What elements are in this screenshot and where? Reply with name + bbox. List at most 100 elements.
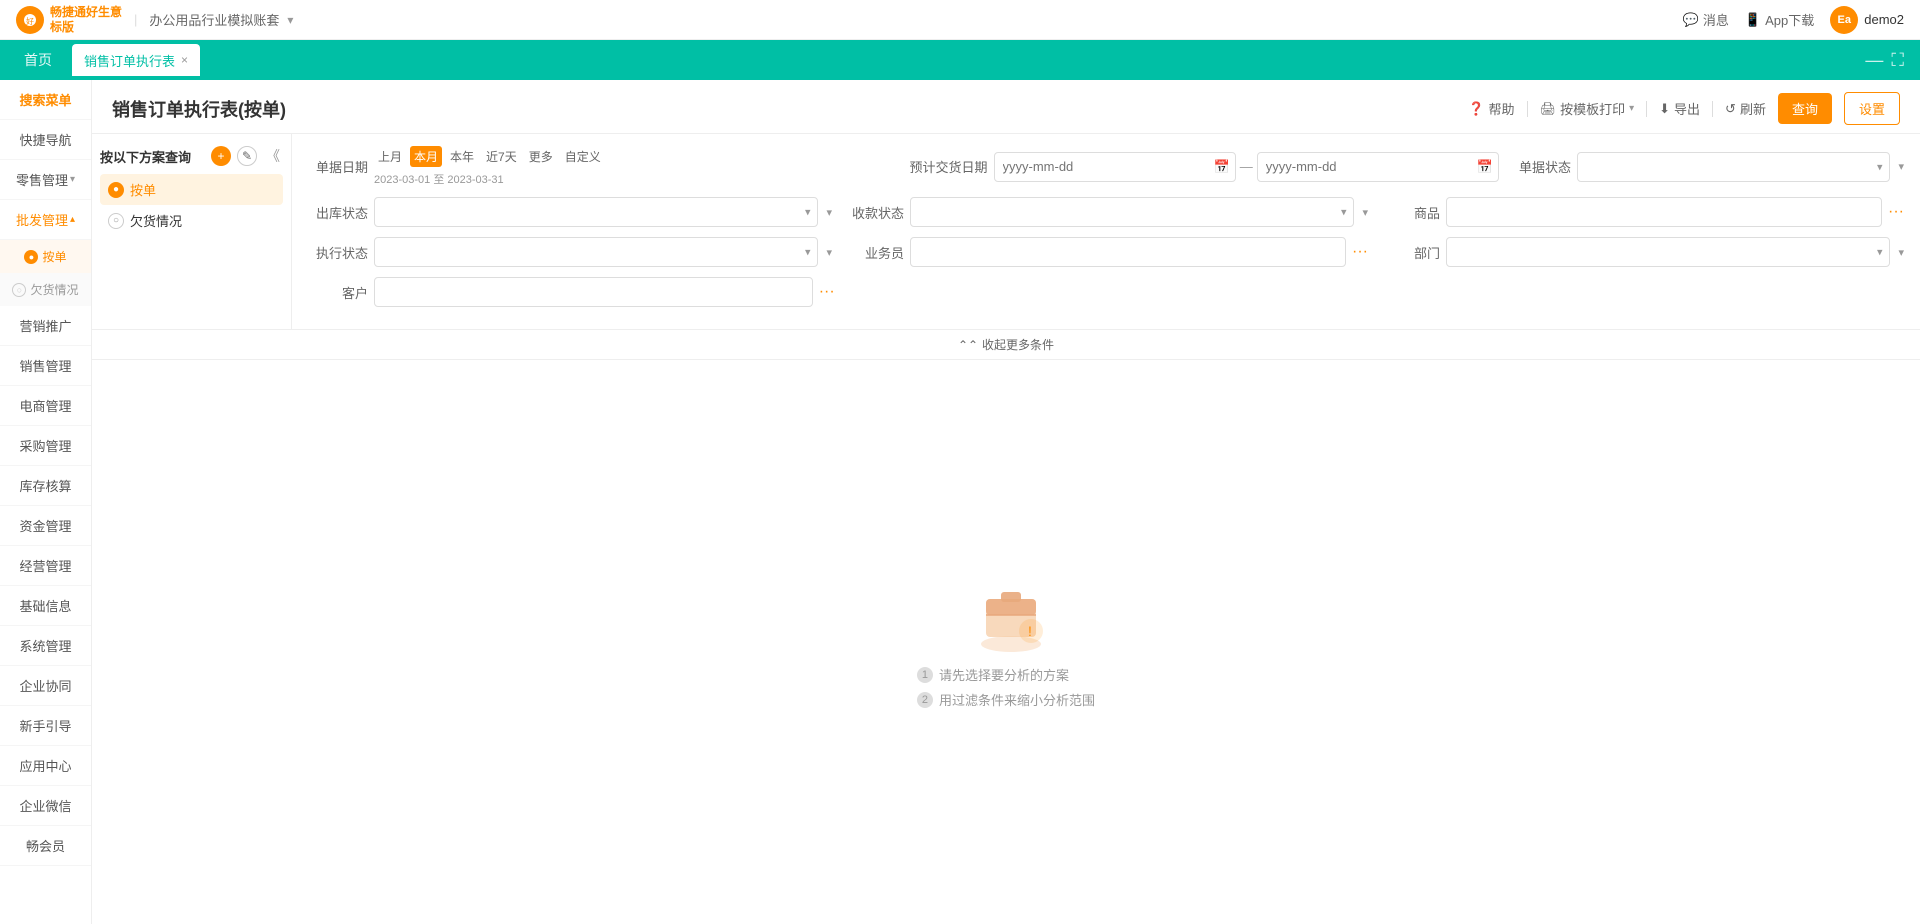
message-label: 消息: [1703, 10, 1729, 29]
sidebar-item-basic[interactable]: 基础信息: [0, 586, 91, 626]
divider-1: [1527, 101, 1528, 117]
customer-field-box[interactable]: [374, 277, 813, 307]
filter-scheme: 按以下方案查询 + ✎ 《 ● 按单 ○ 欠货情况: [92, 134, 292, 329]
sidebar-item-finance[interactable]: 资金管理: [0, 506, 91, 546]
sidebar-item-wechat[interactable]: 企业微信: [0, 786, 91, 826]
salesperson-ellipsis[interactable]: ···: [1352, 243, 1368, 261]
sidebar-item-wholesale[interactable]: 批发管理 ▴: [0, 200, 91, 240]
date-tab-custom[interactable]: 自定义: [561, 146, 605, 167]
avatar: Ea: [1830, 6, 1858, 34]
sidebar-item-member[interactable]: 畅会员: [0, 826, 91, 866]
date-tab-current-year[interactable]: 本年: [446, 146, 478, 167]
sidebar-sub-order[interactable]: ● 按单: [0, 240, 91, 273]
tab-bar: 首页 销售订单执行表 × — ⛶: [0, 40, 1920, 80]
sidebar-item-retail[interactable]: 零售管理 ▾: [0, 160, 91, 200]
product-ellipsis[interactable]: ···: [1888, 203, 1904, 221]
sidebar-item-enterprise[interactable]: 企业协同: [0, 666, 91, 706]
empty-tips: 1 请先选择要分析的方案 2 用过滤条件来缩小分析范围: [917, 665, 1095, 715]
scheme-order[interactable]: ● 按单: [100, 174, 283, 205]
sidebar-quick-nav[interactable]: 快捷导航: [0, 120, 91, 160]
empty-state: ! 1 请先选择要分析的方案 2 用过滤条件来缩小分析范围: [877, 529, 1135, 755]
refresh-btn[interactable]: ↺ 刷新: [1725, 99, 1766, 118]
filter-product-field: 商品 ···: [1380, 197, 1904, 227]
payment-expand-icon[interactable]: ▾: [1362, 206, 1368, 219]
customer-label: 客户: [308, 283, 368, 302]
status-label: 单据状态: [1511, 157, 1571, 176]
scheme-debt-dot: ○: [108, 213, 124, 229]
payment-select-wrap: 全部 未收款 部分收款 已收款: [910, 197, 1354, 227]
tab-close-icon[interactable]: ×: [181, 53, 188, 67]
window-maximize-btn[interactable]: ⛶: [1891, 50, 1904, 71]
chevron-up-icon: ⌃⌃: [958, 338, 978, 352]
tab-bar-actions: — ⛶: [1865, 50, 1904, 71]
sidebar-sub-debt[interactable]: ○ 欠货情况: [0, 273, 91, 306]
sidebar-item-sales[interactable]: 销售管理: [0, 346, 91, 386]
edit-scheme-btn[interactable]: ✎: [237, 146, 257, 166]
exec-select[interactable]: 全部 执行中 已完成: [374, 237, 818, 267]
user-area[interactable]: Ea demo2: [1830, 6, 1904, 34]
tab-sales-order-label: 销售订单执行表: [84, 51, 175, 70]
help-icon: ❓: [1468, 101, 1484, 117]
status-expand-icon[interactable]: ▾: [1898, 160, 1904, 173]
window-minimize-btn[interactable]: —: [1865, 50, 1883, 71]
query-btn[interactable]: 查询: [1778, 93, 1832, 124]
product-field-box[interactable]: [1446, 197, 1882, 227]
stock-expand-icon[interactable]: ▾: [826, 206, 832, 219]
empty-icon: !: [966, 569, 1046, 649]
date-from-input[interactable]: [994, 152, 1236, 182]
dept-select[interactable]: [1446, 237, 1890, 267]
sidebar-search[interactable]: 搜索菜单: [0, 80, 91, 120]
filter-row-3: 执行状态 全部 执行中 已完成 ▾ 业务员: [308, 237, 1904, 267]
page-header: 销售订单执行表(按单) ❓ 帮助 🖨 按模板打印 ▾ ⬇ 导出: [92, 80, 1920, 134]
customer-ellipsis[interactable]: ···: [819, 283, 835, 301]
salesperson-label: 业务员: [844, 243, 904, 262]
print-btn[interactable]: 🖨 按模板打印 ▾: [1540, 99, 1635, 118]
export-btn[interactable]: ⬇ 导出: [1659, 99, 1700, 118]
date-from-wrap: 📅: [994, 152, 1236, 182]
sidebar-item-ecommerce[interactable]: 电商管理: [0, 386, 91, 426]
date-tab-last7[interactable]: 近7天: [482, 146, 521, 167]
collapse-bar[interactable]: ⌃⌃ 收起更多条件: [92, 330, 1920, 360]
calendar-from-icon: 📅: [1214, 159, 1230, 175]
payment-label: 收款状态: [844, 203, 904, 222]
sidebar-item-inventory[interactable]: 库存核算: [0, 466, 91, 506]
sidebar-item-purchase[interactable]: 采购管理: [0, 426, 91, 466]
date-tab-more[interactable]: 更多: [525, 146, 557, 167]
message-action[interactable]: 💬 消息: [1683, 10, 1729, 29]
page-title: 销售订单执行表(按单): [112, 96, 286, 122]
top-bar: 好 畅捷通好生意 标版 | 办公用品行业模拟账套 ▾ 💬 消息 📱 App下载 …: [0, 0, 1920, 40]
collapse-scheme-btn[interactable]: 《: [263, 146, 283, 166]
sidebar-item-system[interactable]: 系统管理: [0, 626, 91, 666]
date-tab-last-month[interactable]: 上月: [374, 146, 406, 167]
logo-icon: 好: [16, 6, 44, 34]
app-download-action[interactable]: 📱 App下载: [1745, 10, 1814, 29]
status-select[interactable]: 全部 待审核 已审核 已作废: [1577, 152, 1890, 182]
export-label: 导出: [1674, 99, 1700, 118]
logo-area[interactable]: 好 畅捷通好生意 标版: [16, 5, 122, 34]
help-btn[interactable]: ❓ 帮助: [1468, 99, 1514, 118]
filter-row-1: 单据日期 上月 本月 本年 近7天 更多 自定义 2023-03-01 至 20…: [308, 146, 1904, 187]
tab-home[interactable]: 首页: [8, 40, 68, 80]
filter-customer-field: 客户 ···: [308, 277, 835, 307]
sidebar-item-appstore[interactable]: 应用中心: [0, 746, 91, 786]
collapse-label: 收起更多条件: [982, 336, 1054, 353]
payment-select[interactable]: 全部 未收款 部分收款 已收款: [910, 197, 1354, 227]
date-to-input[interactable]: [1257, 152, 1499, 182]
print-dropdown-icon[interactable]: ▾: [1629, 103, 1634, 114]
tip-num-2: 2: [917, 692, 933, 708]
tab-sales-order[interactable]: 销售订单执行表 ×: [72, 44, 200, 76]
settings-btn[interactable]: 设置: [1844, 92, 1900, 125]
topbar-dropdown-icon[interactable]: ▾: [287, 13, 293, 27]
stock-select[interactable]: 全部 未出库 部分出库 已出库: [374, 197, 818, 227]
date-tab-current-month[interactable]: 本月: [410, 146, 442, 167]
app-label: App下载: [1765, 10, 1814, 29]
sidebar-item-newbie[interactable]: 新手引导: [0, 706, 91, 746]
salesperson-field-box[interactable]: [910, 237, 1346, 267]
sidebar-item-marketing[interactable]: 营销推广: [0, 306, 91, 346]
user-name[interactable]: demo2: [1864, 12, 1904, 27]
sidebar-item-operations[interactable]: 经营管理: [0, 546, 91, 586]
scheme-debt[interactable]: ○ 欠货情况: [100, 205, 283, 236]
dept-expand-icon[interactable]: ▾: [1898, 246, 1904, 259]
add-scheme-btn[interactable]: +: [211, 146, 231, 166]
exec-expand-icon[interactable]: ▾: [826, 246, 832, 259]
